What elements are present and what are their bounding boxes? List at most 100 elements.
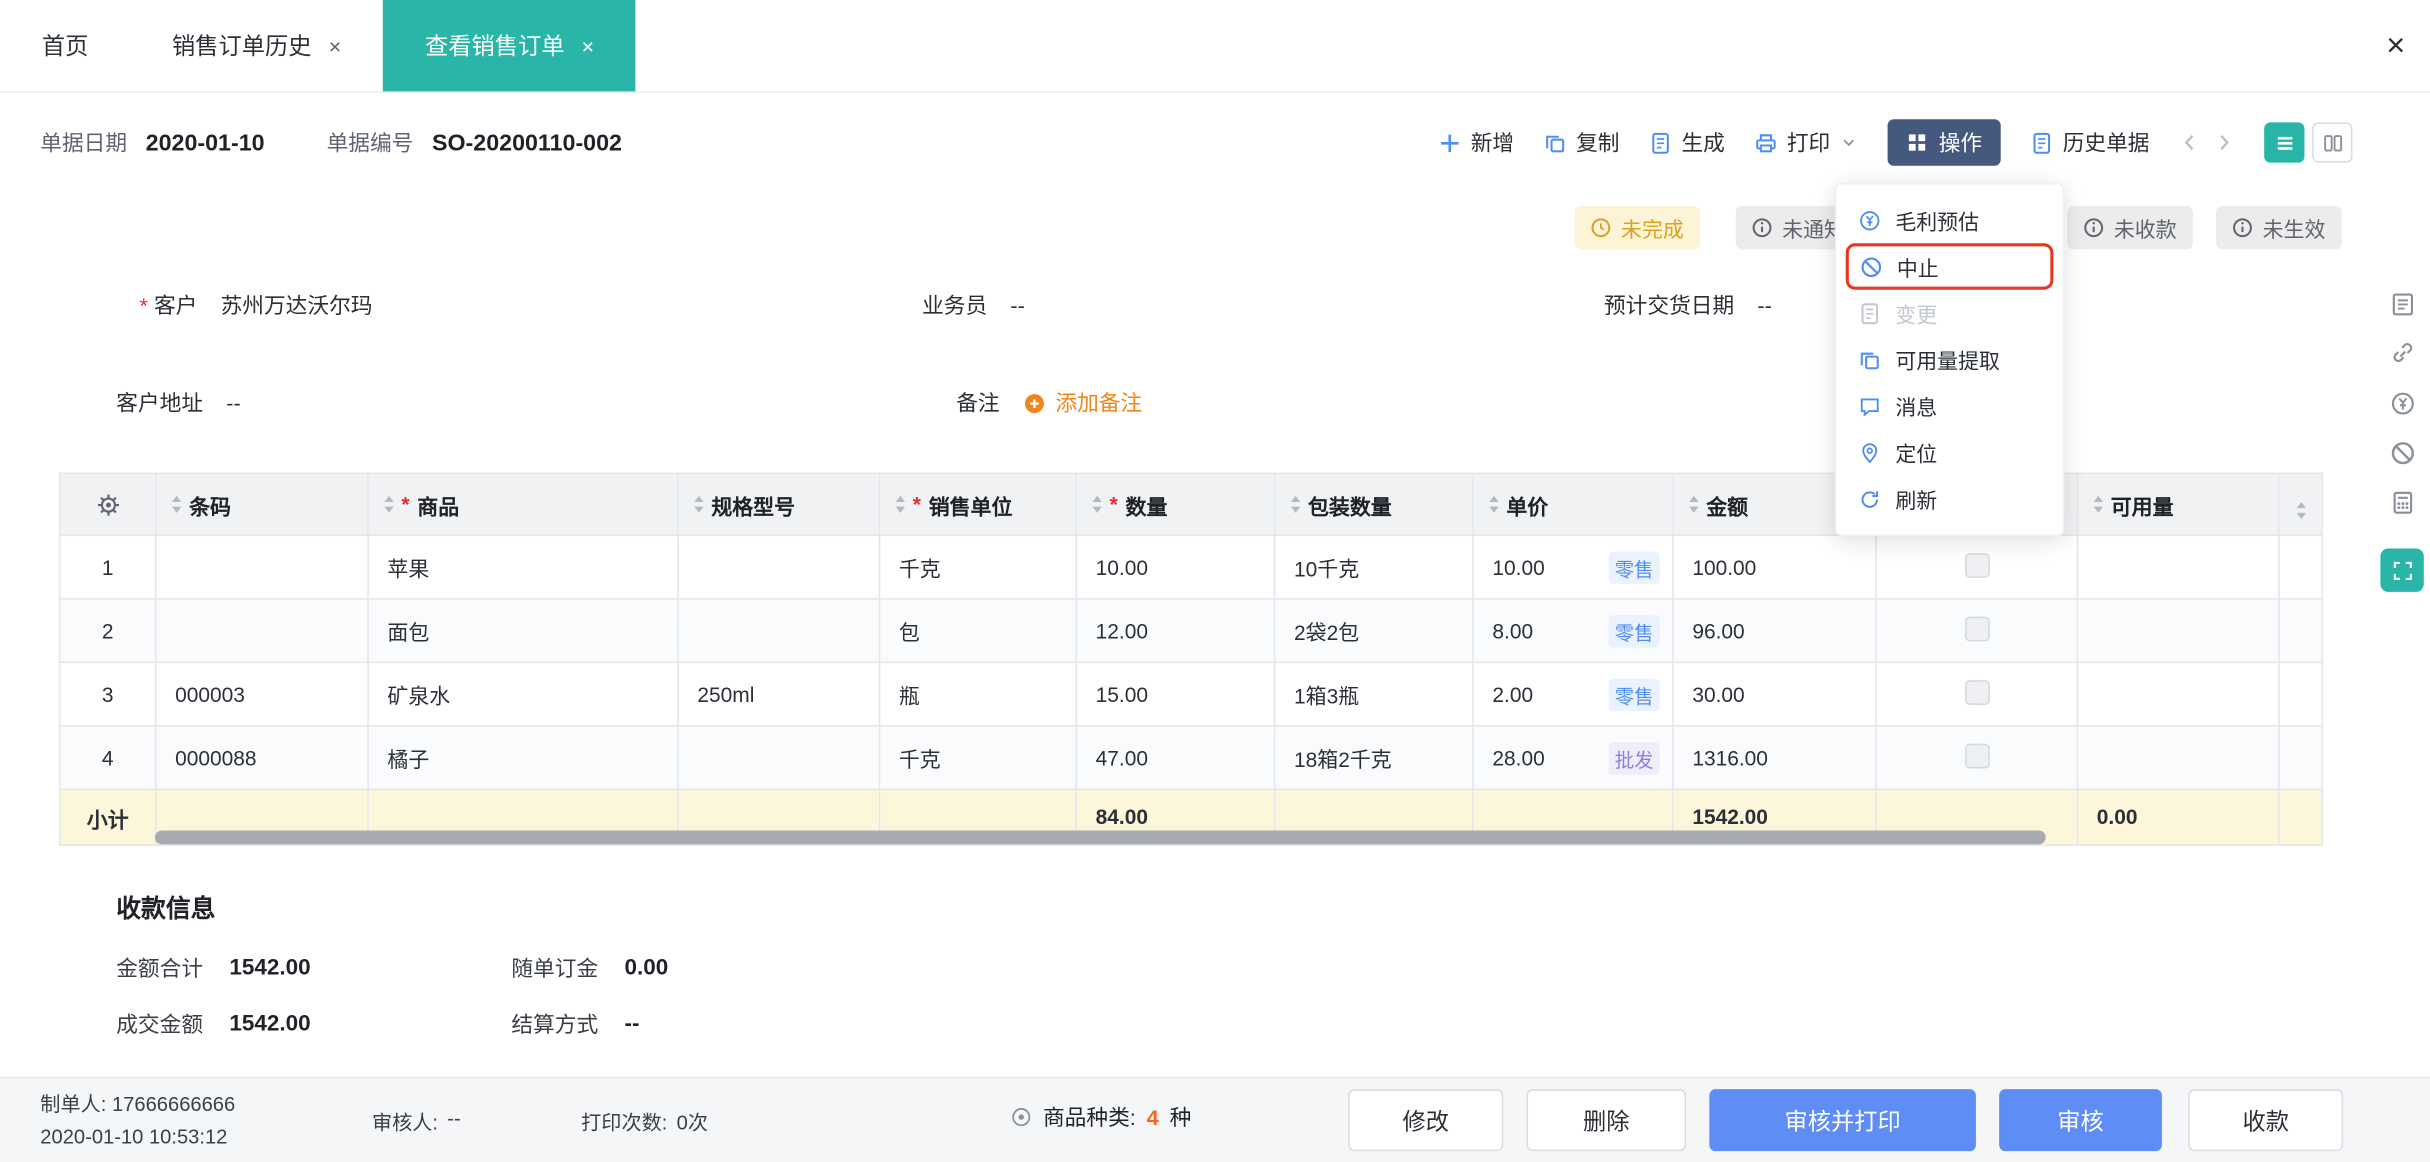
cell-barcode: 000003 <box>154 661 369 727</box>
price-type-tag: 零售 <box>1608 677 1660 711</box>
header-unit[interactable]: * 销售单位 <box>878 472 1078 537</box>
table-row[interactable]: 1 苹果 千克 10.00 10千克 10.00 零售 100.00 <box>58 534 2324 600</box>
history-docs-button[interactable]: 历史单据 <box>2030 127 2149 158</box>
sort-icon[interactable] <box>2295 501 2306 520</box>
row-checkbox[interactable] <box>1964 679 1990 705</box>
customer-address-value[interactable]: -- <box>226 390 240 415</box>
sort-icon[interactable] <box>1489 495 1499 513</box>
add-remark-label: 添加备注 <box>1055 390 1143 416</box>
tab-close-icon[interactable]: × <box>329 33 342 58</box>
toolbar: 新增 复制 生成 打印 操作 历史单据 <box>1438 93 2353 192</box>
subtotal-available: 0.00 <box>2076 788 2280 846</box>
row-checkbox[interactable] <box>1964 552 1990 578</box>
price-type-tag: 零售 <box>1608 550 1660 584</box>
link-icon[interactable] <box>2389 341 2415 367</box>
refresh-icon <box>1858 487 1881 510</box>
tab-close-icon[interactable]: × <box>582 33 595 58</box>
sort-icon[interactable] <box>1689 495 1699 513</box>
copy-button[interactable]: 复制 <box>1544 127 1619 158</box>
auditor-info: 审核人: -- <box>372 1106 461 1135</box>
menu-item-abort[interactable]: 中止 <box>1845 243 2054 290</box>
operate-button[interactable]: 操作 <box>1887 119 2001 166</box>
receive-payment-button[interactable]: 收款 <box>2188 1089 2344 1152</box>
sort-icon[interactable] <box>384 495 394 513</box>
gear-icon[interactable] <box>95 492 120 517</box>
cell-spec: 250ml <box>677 661 881 727</box>
close-all-icon[interactable]: × <box>2386 0 2405 93</box>
modify-button[interactable]: 修改 <box>1348 1089 1504 1152</box>
sort-icon[interactable] <box>1092 495 1102 513</box>
prev-record-icon[interactable] <box>2179 132 2201 154</box>
sort-icon[interactable] <box>694 495 704 513</box>
table-row[interactable]: 3 000003 矿泉水 250ml 瓶 15.00 1箱3瓶 2.00 零售 3… <box>58 661 2324 727</box>
next-record-icon[interactable] <box>2213 132 2235 154</box>
badge-label: 未完成 <box>1621 218 1684 242</box>
sort-icon[interactable] <box>1290 495 1301 513</box>
menu-item-available-extract[interactable]: 可用量提取 <box>1836 336 2062 382</box>
fullscreen-button[interactable] <box>2380 548 2424 592</box>
header-pkg-qty[interactable]: 包装数量 <box>1273 472 1474 537</box>
add-button[interactable]: 新增 <box>1438 127 1514 158</box>
payment-deal-value: 1542.00 <box>229 1011 311 1037</box>
badge-label: 未生效 <box>2262 218 2326 242</box>
menu-item-locate[interactable]: 定位 <box>1836 429 2062 475</box>
horizontal-scrollbar[interactable] <box>154 830 2046 845</box>
field-label: 业务员 <box>922 292 988 318</box>
header-product[interactable]: * 商品 <box>367 472 679 537</box>
header-spec[interactable]: 规格型号 <box>677 472 881 537</box>
customer-value[interactable]: 苏州万达沃尔玛 <box>221 290 373 321</box>
cell-barcode <box>154 598 369 664</box>
cell-amount: 96.00 <box>1672 598 1877 664</box>
audit-button[interactable]: 审核 <box>1999 1089 2162 1152</box>
copy-icon <box>1858 348 1881 371</box>
add-remark-button[interactable]: 添加备注 <box>1023 387 1142 418</box>
payment-settle-value: -- <box>624 1011 640 1037</box>
circle-slash-icon[interactable] <box>2389 440 2415 466</box>
badge-label: 未收款 <box>2113 218 2177 242</box>
table-row[interactable]: 2 面包 包 12.00 2袋2包 8.00 零售 96.00 <box>58 598 2324 664</box>
list-view-toggle[interactable] <box>2264 122 2305 163</box>
detail-form-icon[interactable] <box>2389 291 2415 317</box>
sort-icon[interactable] <box>2093 495 2103 513</box>
delete-button[interactable]: 删除 <box>1526 1089 1687 1152</box>
clock-icon <box>1590 217 1612 239</box>
cell-pkg-qty: 10千克 <box>1273 534 1474 600</box>
card-view-toggle[interactable] <box>2312 122 2353 163</box>
tab-label: 销售订单历史 <box>172 34 312 61</box>
print-count-info: 打印次数: 0次 <box>581 1106 708 1135</box>
row-checkbox[interactable] <box>1964 615 1990 641</box>
remark-field: 备注 添加备注 <box>956 384 1142 421</box>
category-count: 4 <box>1146 1104 1159 1130</box>
operate-dropdown-menu: 毛利预估 中止 变更 可用量提取 消息 定位 刷新 <box>1834 182 2065 537</box>
tab-view-sales-order[interactable]: 查看销售订单 × <box>383 0 637 92</box>
menu-item-label: 毛利预估 <box>1895 210 1980 234</box>
sort-icon[interactable] <box>172 495 182 513</box>
table-row[interactable]: 4 0000088 橘子 千克 47.00 18箱2千克 28.00 批发 131… <box>58 725 2324 791</box>
money-icon[interactable] <box>2389 390 2415 416</box>
tab-home[interactable]: 首页 <box>0 0 130 91</box>
menu-item-message[interactable]: 消息 <box>1836 383 2062 429</box>
payment-total-field: 金额合计 1542.00 <box>116 951 310 985</box>
print-button[interactable]: 打印 <box>1754 127 1858 158</box>
salesman-value[interactable]: -- <box>1010 293 1024 318</box>
field-label: 成交金额 <box>116 1011 204 1037</box>
salesman-field: 业务员 -- <box>922 287 1025 324</box>
doc-no-value: SO-20200110-002 <box>431 129 622 156</box>
audit-and-print-button[interactable]: 审核并打印 <box>1709 1089 1976 1152</box>
header-qty[interactable]: * 数量 <box>1075 472 1276 537</box>
menu-item-profit-estimate[interactable]: 毛利预估 <box>1836 197 2062 243</box>
sort-icon[interactable] <box>895 495 906 513</box>
menu-item-refresh[interactable]: 刷新 <box>1836 476 2062 522</box>
cell-price: 10.00 零售 <box>1472 534 1674 600</box>
header-barcode[interactable]: 条码 <box>154 472 369 537</box>
tab-sales-order-history[interactable]: 销售订单历史 × <box>130 0 383 91</box>
delivery-date-value[interactable]: -- <box>1757 293 1771 318</box>
created-time: 2020-01-10 10:53:12 <box>40 1124 228 1149</box>
row-checkbox[interactable] <box>1964 742 1990 768</box>
menu-item-label: 消息 <box>1895 396 1938 420</box>
calculator-icon[interactable] <box>2389 490 2415 516</box>
header-clipped-column[interactable] <box>2278 472 2324 537</box>
header-price[interactable]: 单价 <box>1472 472 1674 537</box>
header-available[interactable]: 可用量 <box>2076 472 2280 537</box>
generate-button[interactable]: 生成 <box>1649 127 1725 158</box>
